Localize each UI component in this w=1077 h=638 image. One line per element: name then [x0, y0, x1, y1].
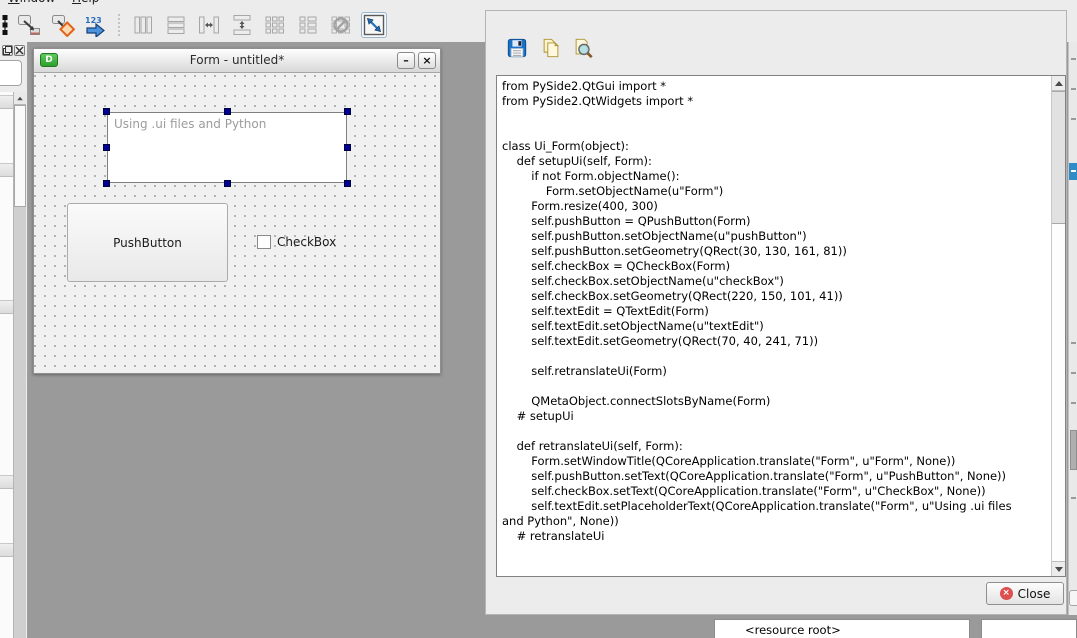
save-icon[interactable] [504, 35, 530, 61]
property-row [1071, 402, 1076, 404]
property-row [1071, 88, 1076, 90]
code-scrollbar[interactable] [1051, 76, 1065, 576]
partial-button[interactable] [1069, 590, 1077, 606]
dock-float-icon[interactable] [2, 45, 13, 56]
scroll-up-icon[interactable] [14, 92, 26, 105]
selected-property-row[interactable] [1069, 163, 1077, 180]
checkbox-indicator[interactable] [257, 235, 271, 249]
close-button-label: Close [1018, 587, 1051, 601]
property-row [1071, 58, 1076, 60]
selection-handle[interactable] [344, 180, 351, 187]
minimize-icon[interactable]: – [397, 52, 415, 69]
copy-icon[interactable] [538, 35, 564, 61]
edit-tab-order-icon[interactable]: 123 [82, 12, 108, 38]
scroll-down-icon[interactable] [1052, 561, 1065, 576]
property-row [1071, 372, 1076, 374]
layout-horizontal-splitter-icon[interactable] [196, 12, 222, 38]
pushbutton-widget[interactable]: PushButton [67, 203, 228, 282]
selection-handle[interactable] [103, 180, 110, 187]
form-window-title: Form - untitled* [34, 53, 440, 67]
property-row [1071, 170, 1076, 172]
checkbox-widget[interactable]: CheckBox [257, 233, 336, 251]
menu-help[interactable]: Help [72, 0, 99, 5]
selection-handle[interactable] [224, 180, 231, 187]
close-button[interactable]: × Close [986, 582, 1064, 605]
form-canvas[interactable]: Using .ui files and Python PushButton Ch… [34, 73, 440, 373]
widget-category-header[interactable] [0, 95, 13, 109]
widget-category-header[interactable] [0, 300, 13, 314]
code-preview-dialog: from PySide2.QtGui import * from PySide2… [485, 10, 1067, 615]
widget-filter-input[interactable] [0, 60, 22, 86]
menu-window[interactable]: Window [8, 0, 55, 5]
selection-handle[interactable] [344, 108, 351, 115]
scrollbar-thumb[interactable] [1052, 91, 1065, 224]
selection-handle[interactable] [224, 108, 231, 115]
scrollbar-thumb[interactable] [1070, 430, 1077, 470]
property-row [1071, 497, 1076, 499]
textedit-widget[interactable]: Using .ui files and Python [107, 112, 347, 183]
layout-grid-icon[interactable] [262, 12, 288, 38]
selection-handle[interactable] [103, 108, 110, 115]
resource-root-item[interactable]: <resource root> [745, 623, 841, 637]
widget-box-scrollbar[interactable] [13, 92, 26, 638]
widget-category-header[interactable] [0, 543, 13, 557]
widget-box-dock [0, 42, 28, 638]
svg-text:123: 123 [85, 16, 102, 25]
close-icon[interactable]: × [418, 52, 436, 69]
widget-category-header[interactable] [0, 475, 13, 489]
resource-tree-panel[interactable]: <resource root> [714, 619, 970, 638]
widget-category-list[interactable] [0, 92, 13, 638]
edit-buddies-icon[interactable] [50, 12, 76, 38]
edit-signals-slots-icon[interactable] [16, 12, 42, 38]
resource-side-panel[interactable] [981, 619, 1077, 638]
textedit-placeholder: Using .ui files and Python [108, 113, 346, 135]
form-window-titlebar[interactable]: D Form - untitled* – × [34, 49, 440, 73]
adjust-size-icon[interactable] [361, 12, 387, 38]
close-circle-icon: × [1000, 587, 1013, 600]
break-layout-icon[interactable] [328, 12, 354, 38]
form-editor-window: D Form - untitled* – × Using .ui files a… [33, 48, 441, 374]
scroll-up-icon[interactable] [1052, 76, 1065, 91]
property-row [1071, 342, 1076, 344]
python-code-text[interactable]: from PySide2.QtGui import * from PySide2… [497, 76, 1051, 576]
checkbox-label: CheckBox [277, 235, 336, 249]
layout-vertically-icon[interactable] [163, 12, 189, 38]
menu-bar: Window Help [0, 0, 1077, 8]
dock-close-icon[interactable] [14, 45, 25, 56]
property-editor-sliver [1068, 42, 1077, 615]
selection-handle[interactable] [344, 144, 351, 151]
widget-category-header[interactable] [0, 163, 13, 177]
selection-handle[interactable] [103, 144, 110, 151]
property-row [1071, 118, 1076, 120]
edit-widgets-icon[interactable] [0, 12, 12, 38]
scrollbar-thumb[interactable] [14, 105, 26, 207]
layout-vertical-splitter-icon[interactable] [229, 12, 255, 38]
layout-horizontally-icon[interactable] [130, 12, 156, 38]
layout-form-icon[interactable] [295, 12, 321, 38]
toolbar-separator [118, 14, 120, 36]
code-view[interactable]: from PySide2.QtGui import * from PySide2… [496, 75, 1066, 577]
find-icon[interactable] [570, 35, 596, 61]
